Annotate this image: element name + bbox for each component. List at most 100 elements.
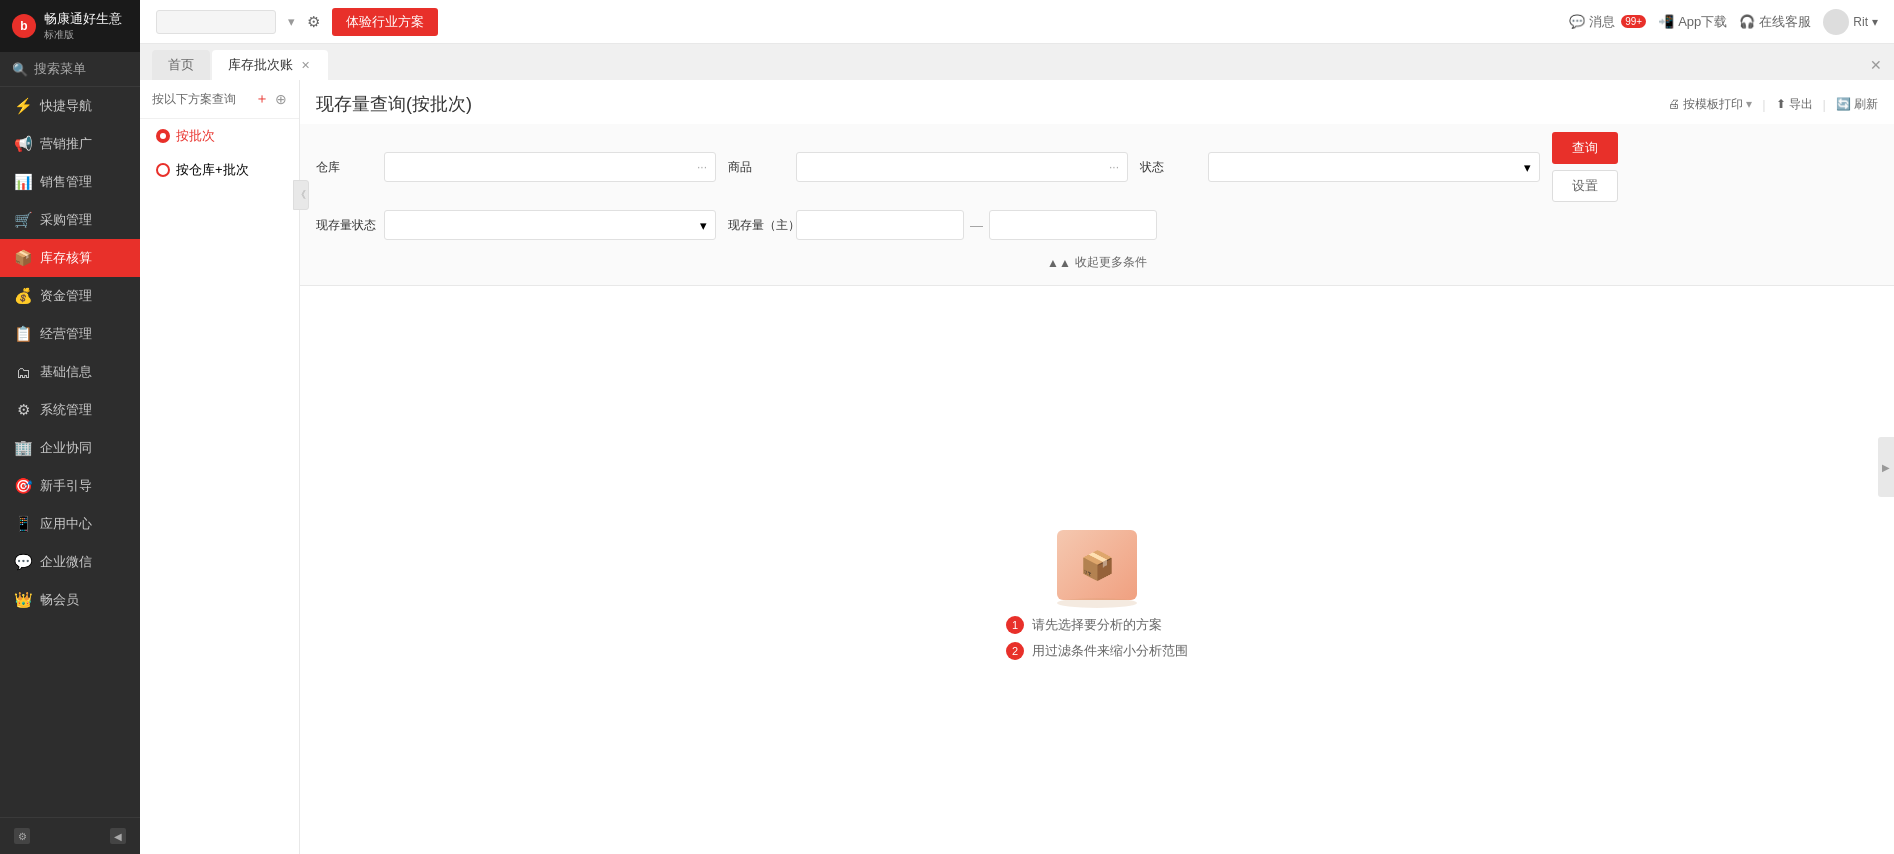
export-label: 导出 (1789, 96, 1813, 113)
sidebar-label-member: 畅会员 (40, 591, 79, 609)
filter-inventory-qty: 现存量（主） — (728, 210, 1128, 240)
filter-status: 状态 ▾ (1140, 152, 1540, 182)
app-logo: b (12, 14, 36, 38)
sidebar-item-app-center[interactable]: 📱 应用中心 (0, 505, 140, 543)
scheme-panel-actions: ＋ ⊕ (255, 90, 287, 108)
sidebar-item-operation[interactable]: 📋 经营管理 (0, 315, 140, 353)
app-name: 畅康通好生意 (44, 10, 122, 28)
sidebar-search[interactable]: 🔍 搜索菜单 (0, 52, 140, 87)
sidebar-item-purchase[interactable]: 🛒 采购管理 (0, 201, 140, 239)
filter-row-2: 现存量状态 ▾ 现存量（主） — (316, 210, 1878, 240)
app-download-label: App下载 (1678, 13, 1727, 31)
export-icon: ⬆ (1776, 97, 1786, 111)
empty-step-2: 2 用过滤条件来缩小分析范围 (1006, 642, 1188, 660)
topbar-search-input[interactable] (156, 10, 276, 34)
empty-box-icon: 📦 (1080, 549, 1115, 582)
query-button[interactable]: 查询 (1552, 132, 1618, 164)
add-scheme-icon[interactable]: ＋ (255, 90, 269, 108)
sidebar-label-purchase: 采购管理 (40, 211, 92, 229)
filter-product-more-icon[interactable]: ··· (1109, 160, 1119, 174)
search-icon: 🔍 (12, 62, 28, 77)
main-area: ▾ ⚙ 体验行业方案 💬 消息 99+ 📲 App下载 🎧 在线客服 Rit ▾… (140, 0, 1894, 854)
page-actions: 🖨 按模板打印 ▾ | ⬆ 导出 | 🔄 刷新 (1668, 96, 1878, 113)
sidebar-label-quick-nav: 快捷导航 (40, 97, 92, 115)
export-button[interactable]: ⬆ 导出 (1776, 96, 1813, 113)
sidebar: b 畅康通好生意 标准版 🔍 搜索菜单 ⚡ 快捷导航 📢 营销推广 📊 销售管理… (0, 0, 140, 854)
sidebar-settings-btn[interactable]: ⚙ (14, 828, 30, 844)
filter-row-1: 仓库 ··· 商品 ··· 状态 (316, 132, 1878, 202)
app-download-button[interactable]: 📲 App下载 (1658, 13, 1727, 31)
print-label: 按模板打印 (1683, 96, 1743, 113)
print-dropdown-icon: ▾ (1746, 97, 1752, 111)
tab-home[interactable]: 首页 (152, 50, 210, 80)
topbar-gear-icon[interactable]: ⚙ (307, 13, 320, 31)
tab-home-label: 首页 (168, 56, 194, 74)
sidebar-item-enterprise[interactable]: 🏢 企业协同 (0, 429, 140, 467)
filter-product-input[interactable]: ··· (796, 152, 1128, 182)
online-service-button[interactable]: 🎧 在线客服 (1739, 13, 1811, 31)
scheme-item-warehouse-batch[interactable]: 按仓库+批次 (140, 153, 299, 187)
sidebar-item-member[interactable]: 👑 畅会员 (0, 581, 140, 619)
user-avatar (1823, 9, 1849, 35)
tab-inventory-batch[interactable]: 库存批次账 ✕ (212, 50, 328, 80)
filter-qty-end-input[interactable] (989, 210, 1157, 240)
message-button[interactable]: 💬 消息 99+ (1569, 13, 1646, 31)
user-name: Rit (1853, 15, 1868, 29)
refresh-button[interactable]: 🔄 刷新 (1836, 96, 1878, 113)
collapse-up-icon: ▲▲ (1047, 256, 1071, 270)
sidebar-item-marketing[interactable]: 📢 营销推广 (0, 125, 140, 163)
filter-warehouse-more-icon[interactable]: ··· (697, 160, 707, 174)
purchase-icon: 🛒 (14, 211, 32, 229)
print-button[interactable]: 🖨 按模板打印 ▾ (1668, 96, 1752, 113)
sidebar-label-operation: 经营管理 (40, 325, 92, 343)
tab-inventory-batch-close[interactable]: ✕ (299, 59, 312, 72)
filter-inventory-status-label: 现存量状态 (316, 217, 376, 234)
empty-steps: 1 请先选择要分析的方案 2 用过滤条件来缩小分析范围 (1006, 616, 1188, 660)
scheme-label-batch: 按批次 (176, 127, 215, 145)
sidebar-label-inventory: 库存核算 (40, 249, 92, 267)
tab-inventory-batch-label: 库存批次账 (228, 56, 293, 74)
right-edge-toggle[interactable]: ▶ (1878, 437, 1894, 497)
sidebar-item-basic[interactable]: 🗂 基础信息 (0, 353, 140, 391)
sidebar-item-quick-nav[interactable]: ⚡ 快捷导航 (0, 87, 140, 125)
set-button[interactable]: 设置 (1552, 170, 1618, 202)
filter-qty-start-input[interactable] (796, 210, 964, 240)
step-1-text: 请先选择要分析的方案 (1032, 616, 1162, 634)
sidebar-label-marketing: 营销推广 (40, 135, 92, 153)
page-header: 现存量查询(按批次) 🖨 按模板打印 ▾ | ⬆ 导出 | 🔄 (300, 80, 1894, 124)
refresh-icon: 🔄 (1836, 97, 1851, 111)
message-icon: 💬 (1569, 14, 1585, 29)
scheme-panel: 按以下方案查询 ＋ ⊕ 按批次 按仓库+批次 (140, 80, 300, 854)
experience-industry-button[interactable]: 体验行业方案 (332, 8, 438, 36)
filter-product-label: 商品 (728, 159, 788, 176)
sidebar-item-sales[interactable]: 📊 销售管理 (0, 163, 140, 201)
online-service-label: 在线客服 (1759, 13, 1811, 31)
sidebar-collapse-btn[interactable]: ◀ (110, 828, 126, 844)
filter-inventory-status-select[interactable]: ▾ (384, 210, 716, 240)
tab-close-all-button[interactable]: ✕ (1870, 57, 1882, 73)
empty-illustration: 📦 (1037, 480, 1157, 600)
filter-buttons: 查询 设置 (1552, 132, 1618, 202)
topbar-dropdown-icon[interactable]: ▾ (288, 14, 295, 29)
filter-warehouse-input[interactable]: ··· (384, 152, 716, 182)
scheme-item-batch[interactable]: 按批次 (140, 119, 299, 153)
sidebar-item-guide[interactable]: 🎯 新手引导 (0, 467, 140, 505)
scheme-panel-collapse-btn[interactable]: 《 (293, 180, 309, 210)
tab-bar: 首页 库存批次账 ✕ ✕ (140, 44, 1894, 80)
scheme-dot-warehouse-batch (156, 163, 170, 177)
scheme-settings-icon[interactable]: ⊕ (275, 91, 287, 107)
user-info[interactable]: Rit ▾ (1823, 9, 1878, 35)
sidebar-item-inventory[interactable]: 📦 库存核算 (0, 239, 140, 277)
sidebar-header: b 畅康通好生意 标准版 (0, 0, 140, 52)
sidebar-label-guide: 新手引导 (40, 477, 92, 495)
sidebar-label-finance: 资金管理 (40, 287, 92, 305)
filter-status-select[interactable]: ▾ (1208, 152, 1540, 182)
sidebar-item-finance[interactable]: 💰 资金管理 (0, 277, 140, 315)
sidebar-item-system[interactable]: ⚙ 系统管理 (0, 391, 140, 429)
collapse-more-label: 收起更多条件 (1075, 254, 1147, 271)
collapse-more-btn[interactable]: ▲▲ 收起更多条件 (316, 248, 1878, 277)
quick-nav-icon: ⚡ (14, 97, 32, 115)
sidebar-item-wechat[interactable]: 💬 企业微信 (0, 543, 140, 581)
step-2-text: 用过滤条件来缩小分析范围 (1032, 642, 1188, 660)
filter-status-dropdown-icon: ▾ (1524, 160, 1531, 175)
